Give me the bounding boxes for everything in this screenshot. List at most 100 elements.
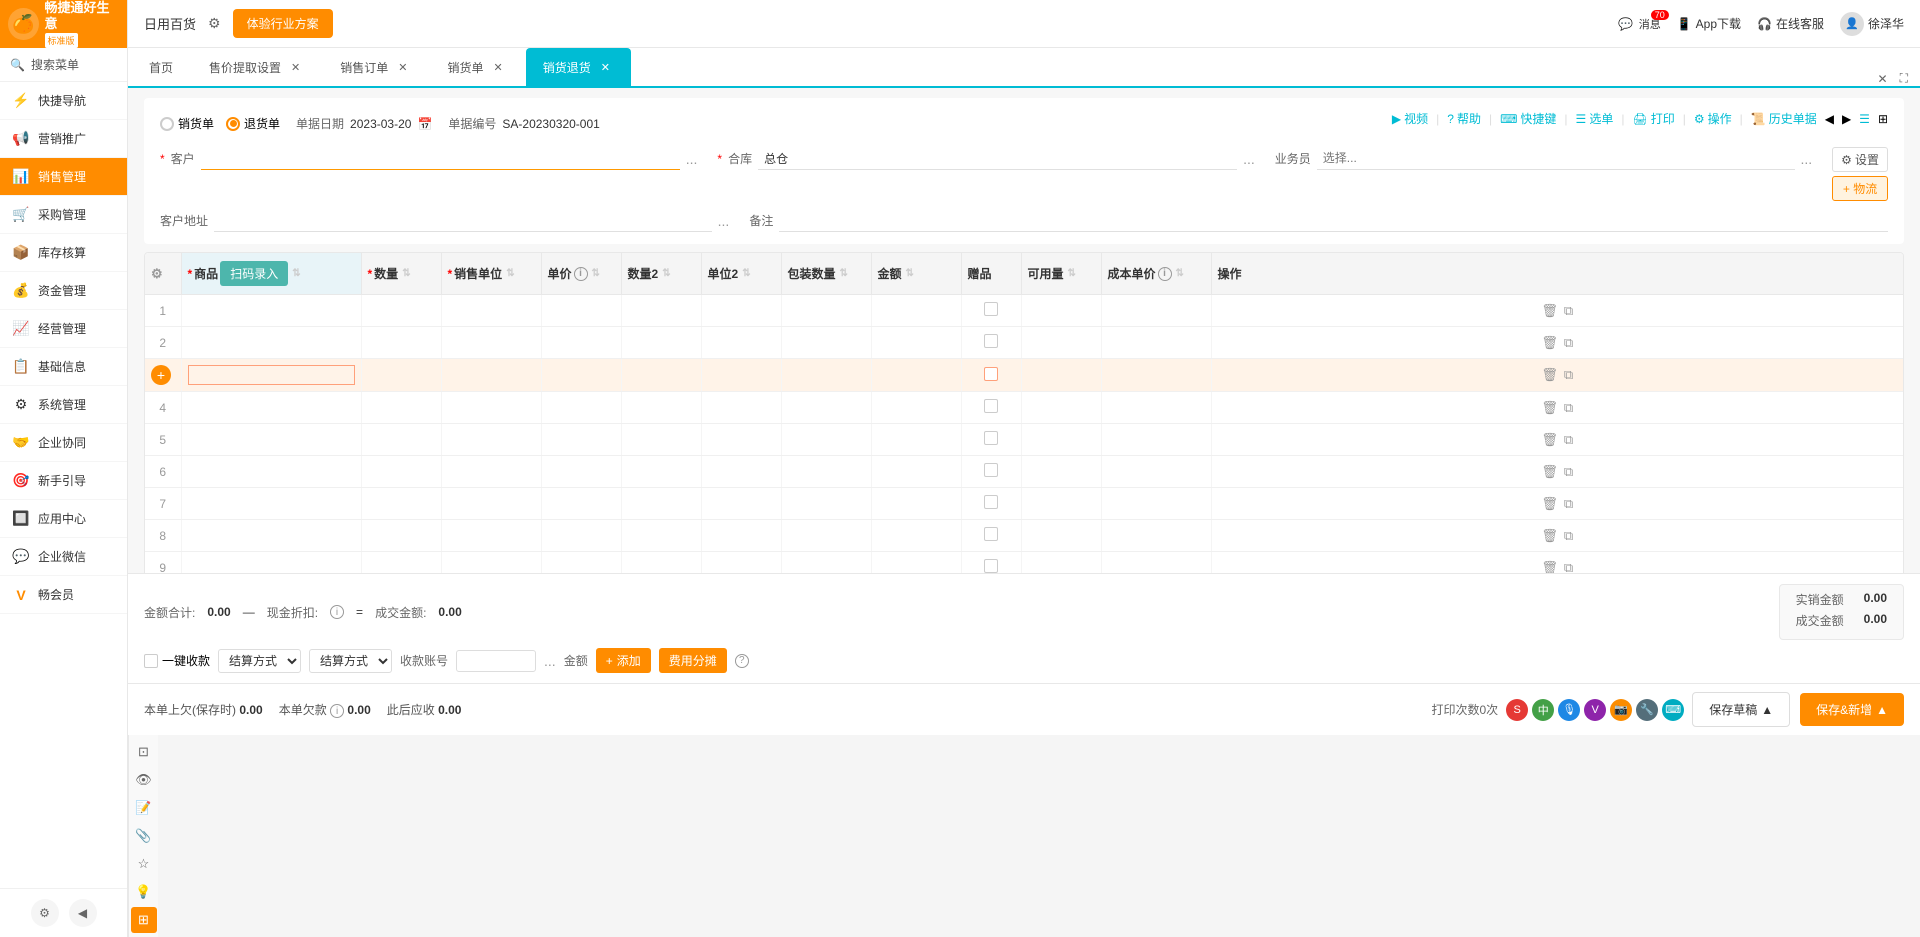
mic-icon[interactable]: 🎙	[1558, 699, 1580, 721]
operation-action-btn[interactable]: ⚙ 操作	[1694, 110, 1732, 127]
tab-home[interactable]: 首页	[132, 48, 190, 86]
row-7-delete-btn[interactable]: 🗑	[1541, 496, 1558, 512]
service-btn[interactable]: 🎧 在线客服	[1757, 15, 1824, 32]
sidebar-item-marketing[interactable]: 📢 营销推广	[0, 120, 127, 158]
right-panel-btn-5[interactable]: ☆	[131, 851, 157, 877]
right-panel-btn-3[interactable]: 📝	[131, 795, 157, 821]
billing-method-select[interactable]: 结算方式	[218, 649, 301, 673]
help-action-btn[interactable]: ? 帮助	[1447, 110, 1481, 127]
right-panel-btn-6[interactable]: 💡	[131, 879, 157, 905]
th-amount-sort[interactable]: ⇅	[906, 268, 914, 279]
one-click-pay-checkbox[interactable]: 一键收款	[144, 652, 210, 669]
th-price-info[interactable]: i	[574, 267, 588, 281]
th-unit-sort[interactable]: ⇅	[506, 268, 514, 279]
sidebar-item-system[interactable]: ⚙ 系统管理	[0, 386, 127, 424]
fee-split-button[interactable]: 费用分摊	[659, 648, 727, 673]
gift-checkbox-1[interactable]	[984, 302, 998, 316]
sidebar-settings-btn[interactable]: ⚙	[31, 899, 59, 927]
row-8-copy-btn[interactable]: ⧉	[1564, 528, 1573, 544]
tab-sale-out-close[interactable]: ✕	[490, 61, 507, 74]
history-action-btn[interactable]: 📜 历史单据	[1751, 110, 1817, 127]
gift-checkbox-2[interactable]	[984, 334, 998, 348]
row-5-delete-btn[interactable]: 🗑	[1541, 432, 1558, 448]
customer-input[interactable]	[201, 147, 680, 170]
th-cost-price-sort[interactable]: ⇅	[1176, 268, 1184, 279]
row-3-qty2[interactable]	[621, 359, 701, 392]
th-available-sort[interactable]: ⇅	[1068, 268, 1076, 279]
row-3-pack-qty[interactable]	[781, 359, 871, 392]
row-3-copy-btn[interactable]: ⧉	[1564, 367, 1573, 383]
address-input[interactable]	[214, 209, 712, 232]
return-type-radio[interactable]: 退货单	[226, 115, 280, 132]
row-5-copy-btn[interactable]: ⧉	[1564, 432, 1573, 448]
tab-sale-order[interactable]: 销售订单 ✕	[323, 48, 428, 86]
sidebar-item-operation[interactable]: 📈 经营管理	[0, 310, 127, 348]
add-fee-button[interactable]: + 添加	[596, 648, 651, 673]
print-action-btn[interactable]: 🖨 打印	[1632, 110, 1674, 127]
tab-sale-return-close[interactable]: ✕	[597, 61, 614, 74]
row-3-product[interactable]	[181, 359, 361, 392]
row-3-gift[interactable]	[961, 359, 1021, 392]
row-1-available[interactable]	[1021, 295, 1101, 327]
key-icon[interactable]: ⌨	[1662, 699, 1684, 721]
right-panel-btn-1[interactable]: ⊡	[131, 739, 157, 765]
right-panel-btn-7[interactable]: ⊞	[131, 907, 157, 933]
th-cost-price-info[interactable]: i	[1158, 267, 1172, 281]
select-action-btn[interactable]: ☰ 选单	[1576, 110, 1614, 127]
form-setting-button[interactable]: ⚙ 设置	[1832, 147, 1888, 172]
tab-sale-out[interactable]: 销货单 ✕	[430, 48, 523, 86]
row-1-cost-price[interactable]	[1101, 295, 1211, 327]
row-1-qty[interactable]	[361, 295, 441, 327]
row-3-unit2[interactable]	[701, 359, 781, 392]
user-menu-btn[interactable]: 👤 徐泽华	[1840, 12, 1904, 36]
row-3-amount[interactable]	[871, 359, 961, 392]
sidebar-item-enterprise[interactable]: 🤝 企业协同	[0, 424, 127, 462]
sidebar-item-basic[interactable]: 📋 基础信息	[0, 348, 127, 386]
cam-icon[interactable]: 📷	[1610, 699, 1632, 721]
tab-sale-price[interactable]: 售价提取设置 ✕	[192, 48, 321, 86]
tab-sale-price-close[interactable]: ✕	[287, 61, 304, 74]
row-6-delete-btn[interactable]: 🗑	[1541, 464, 1558, 480]
tab-sale-return[interactable]: 销货退货 ✕	[526, 48, 631, 86]
row-3-product-input[interactable]	[188, 365, 355, 385]
app-download-btn[interactable]: 📱 App下载	[1677, 15, 1741, 32]
row-2-delete-btn[interactable]: 🗑	[1541, 335, 1558, 351]
row-1-pack-qty[interactable]	[781, 295, 871, 327]
grid-view-btn[interactable]: ⊞	[1878, 112, 1888, 126]
row-7-copy-btn[interactable]: ⧉	[1564, 496, 1573, 512]
video-action-btn[interactable]: ▶ 视频	[1392, 110, 1428, 127]
cash-discount-info[interactable]: i	[330, 605, 344, 619]
row-4-delete-btn[interactable]: 🗑	[1541, 400, 1558, 416]
add-logistics-button[interactable]: + 物流	[1832, 176, 1888, 201]
row-3-available[interactable]	[1021, 359, 1101, 392]
row-2-qty[interactable]	[361, 327, 441, 359]
th-product-sort[interactable]: ⇅	[292, 268, 300, 279]
add-row-button[interactable]: +	[151, 365, 171, 385]
account-input[interactable]	[456, 650, 536, 672]
account-dots[interactable]: ...	[544, 653, 556, 669]
salesperson-input[interactable]	[1317, 147, 1795, 170]
row-3-price[interactable]	[541, 359, 621, 392]
sidebar-item-member[interactable]: V 畅会员	[0, 576, 127, 614]
row-1-amount[interactable]	[871, 295, 961, 327]
right-panel-btn-2[interactable]: 👁	[131, 767, 157, 793]
v-icon[interactable]: V	[1584, 699, 1606, 721]
row-2-qty2[interactable]	[621, 327, 701, 359]
row-2-cost-price[interactable]	[1101, 327, 1211, 359]
exp-plan-button[interactable]: 体验行业方案	[233, 9, 333, 38]
row-1-unit[interactable]	[441, 295, 541, 327]
warehouse-dots[interactable]: ...	[1243, 151, 1255, 167]
remark-input[interactable]	[779, 209, 1888, 232]
row-2-unit2[interactable]	[701, 327, 781, 359]
row-3-qty[interactable]	[361, 359, 441, 392]
calendar-icon[interactable]: 📅	[417, 117, 432, 131]
sidebar-item-purchase[interactable]: 🛒 采购管理	[0, 196, 127, 234]
sidebar-collapse-btn[interactable]: ◀	[69, 899, 97, 927]
tool-icon[interactable]: 🔧	[1636, 699, 1658, 721]
sidebar-item-wechat[interactable]: 💬 企业微信	[0, 538, 127, 576]
row-9-copy-btn[interactable]: ⧉	[1564, 560, 1573, 574]
th-price-sort[interactable]: ⇅	[592, 268, 600, 279]
cn-icon[interactable]: 中	[1532, 699, 1554, 721]
calc-method-select[interactable]: 结算方式	[309, 649, 392, 673]
sidebar-item-inventory[interactable]: 📦 库存核算	[0, 234, 127, 272]
